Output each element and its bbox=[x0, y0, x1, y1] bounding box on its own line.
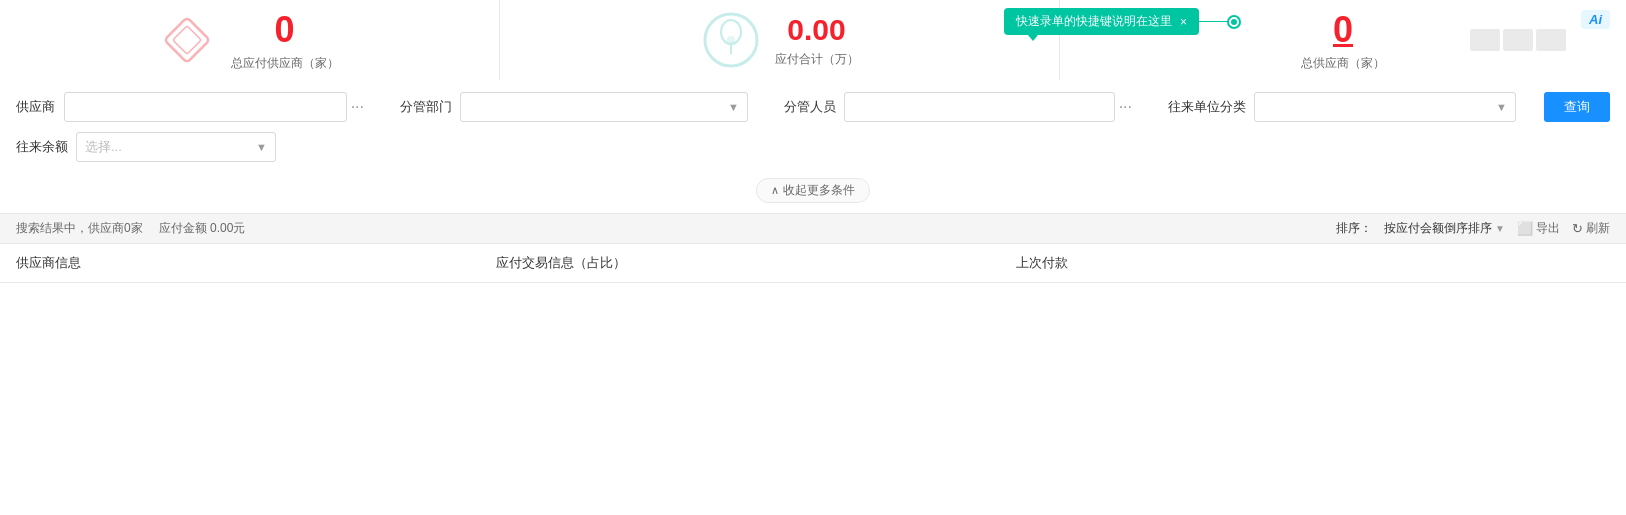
stat-payable-label: 总应付供应商（家） bbox=[231, 55, 339, 72]
stat-suppliers-inner: 0 总供应商（家） bbox=[1301, 9, 1385, 72]
export-icon: ⬜ bbox=[1517, 221, 1533, 236]
results-bar: 搜索结果中，供应商0家 应付金额 0.00元 排序： 按应付会额倒序排序 ▼ ⬜… bbox=[0, 214, 1626, 244]
stat-total-amount: 0.00 应付合计（万） 快速录单的快捷键说明在这里 × bbox=[500, 0, 1060, 80]
stat-payable-suppliers: 0 总应付供应商（家） bbox=[0, 0, 500, 80]
dept-select[interactable]: ▼ bbox=[460, 92, 748, 122]
results-amount: 应付金额 0.00元 bbox=[159, 220, 246, 237]
dept-chevron-icon: ▼ bbox=[728, 101, 739, 113]
balance-placeholder: 选择... bbox=[85, 138, 122, 156]
table-col-transaction: 应付交易信息（占比） bbox=[496, 254, 1016, 272]
stat-payable-inner: 0 总应付供应商（家） bbox=[231, 9, 339, 72]
table-header: 供应商信息 应付交易信息（占比） 上次付款 bbox=[0, 244, 1626, 283]
export-label: 导出 bbox=[1536, 220, 1560, 237]
stat-suppliers-label: 总供应商（家） bbox=[1301, 55, 1385, 72]
collapse-up-icon: ∧ bbox=[771, 184, 779, 197]
refresh-button[interactable]: ↻ 刷新 bbox=[1572, 220, 1610, 237]
category-select[interactable]: ▼ bbox=[1254, 92, 1516, 122]
table-col-lastpay: 上次付款 bbox=[1016, 254, 1610, 272]
tooltip-container: 快速录单的快捷键说明在这里 × bbox=[1004, 8, 1239, 35]
sort-select[interactable]: 按应付会额倒序排序 ▼ bbox=[1384, 220, 1505, 237]
search-row-1: 供应商 ··· 分管部门 ▼ 分管人员 ··· 往来单位分类 ▼ bbox=[16, 92, 1610, 122]
results-summary: 搜索结果中，供应商0家 应付金额 0.00元 bbox=[16, 220, 245, 237]
stat-total-number: 0.00 bbox=[787, 13, 845, 47]
sort-value: 按应付会额倒序排序 bbox=[1384, 220, 1492, 237]
svg-point-5 bbox=[727, 36, 735, 44]
coin-icon bbox=[701, 10, 761, 70]
collapse-label: 收起更多条件 bbox=[783, 182, 855, 199]
refresh-icon: ↻ bbox=[1572, 221, 1583, 236]
dept-field: 分管部门 ▼ bbox=[400, 92, 748, 122]
tooltip-close-icon[interactable]: × bbox=[1180, 15, 1187, 29]
balance-select[interactable]: 选择... ▼ bbox=[76, 132, 276, 162]
stat-suppliers-number: 0 bbox=[1333, 9, 1353, 51]
diamond-icon bbox=[161, 14, 213, 66]
tooltip-arrow bbox=[1028, 35, 1038, 41]
tooltip-line bbox=[1199, 21, 1229, 22]
balance-field: 往来余额 选择... ▼ bbox=[16, 132, 356, 162]
person-field: 分管人员 ··· bbox=[784, 92, 1132, 122]
supplier-label: 供应商 bbox=[16, 98, 56, 116]
person-input[interactable] bbox=[844, 92, 1115, 122]
query-button[interactable]: 查询 bbox=[1544, 92, 1610, 122]
supplier-field: 供应商 ··· bbox=[16, 92, 364, 122]
svg-rect-1 bbox=[172, 26, 200, 54]
supplier-input[interactable] bbox=[64, 92, 347, 122]
dept-label: 分管部门 bbox=[400, 98, 452, 116]
export-button[interactable]: ⬜ 导出 bbox=[1517, 220, 1560, 237]
tooltip-text: 快速录单的快捷键说明在这里 bbox=[1016, 13, 1172, 30]
supplier-dots[interactable]: ··· bbox=[351, 98, 364, 116]
balance-label: 往来余额 bbox=[16, 138, 68, 156]
sort-chevron-icon: ▼ bbox=[1495, 223, 1505, 234]
sort-label: 排序： bbox=[1336, 220, 1372, 237]
collapse-button[interactable]: ∧ 收起更多条件 bbox=[756, 178, 870, 203]
category-label: 往来单位分类 bbox=[1168, 98, 1246, 116]
results-actions: 排序： 按应付会额倒序排序 ▼ ⬜ 导出 ↻ 刷新 bbox=[1336, 220, 1610, 237]
stat-total-inner: 0.00 应付合计（万） bbox=[775, 13, 859, 68]
stat-total-label: 应付合计（万） bbox=[775, 51, 859, 68]
ai-badge[interactable]: Ai bbox=[1581, 10, 1610, 29]
category-chevron-icon: ▼ bbox=[1496, 101, 1507, 113]
stats-bar: 0 总应付供应商（家） 0.00 应付合计（万） 快速录单的快捷键说明在这里 × bbox=[0, 0, 1626, 80]
results-suppliers: 搜索结果中，供应商0家 bbox=[16, 220, 143, 237]
person-dots[interactable]: ··· bbox=[1119, 98, 1132, 116]
refresh-label: 刷新 bbox=[1586, 220, 1610, 237]
tooltip-dot bbox=[1229, 17, 1239, 27]
table-col-supplier: 供应商信息 bbox=[16, 254, 496, 272]
svg-rect-0 bbox=[164, 17, 209, 62]
collapse-bar: ∧ 收起更多条件 bbox=[16, 172, 1610, 213]
table-body bbox=[0, 283, 1626, 515]
stat-payable-number: 0 bbox=[274, 9, 294, 51]
bg-cards bbox=[1470, 29, 1566, 51]
balance-chevron-icon: ▼ bbox=[256, 141, 267, 153]
search-row-2: 往来余额 选择... ▼ bbox=[16, 132, 1610, 162]
person-label: 分管人员 bbox=[784, 98, 836, 116]
search-area: 供应商 ··· 分管部门 ▼ 分管人员 ··· 往来单位分类 ▼ bbox=[0, 80, 1626, 214]
tooltip-bubble: 快速录单的快捷键说明在这里 × bbox=[1004, 8, 1199, 35]
category-field: 往来单位分类 ▼ bbox=[1168, 92, 1516, 122]
